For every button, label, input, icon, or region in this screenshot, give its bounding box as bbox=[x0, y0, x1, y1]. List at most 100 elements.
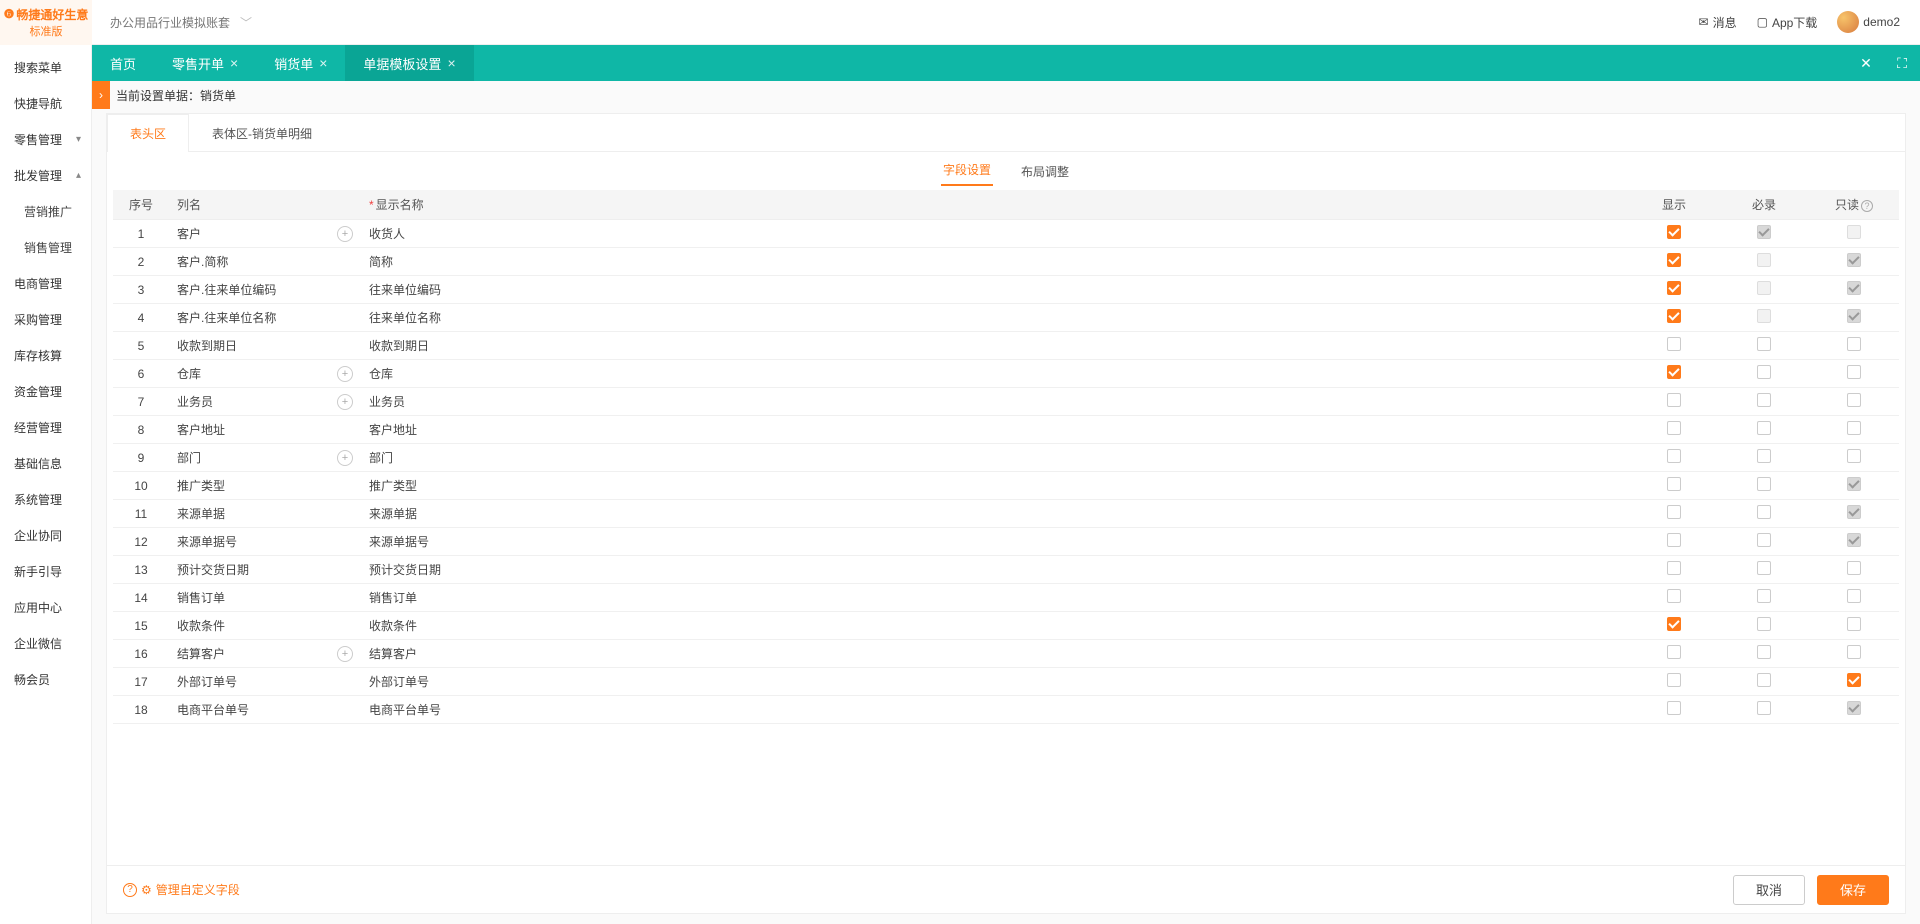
sidebar-item[interactable]: 快捷导航 bbox=[0, 85, 91, 121]
checkbox-required[interactable] bbox=[1757, 533, 1771, 547]
checkbox-readonly[interactable] bbox=[1847, 449, 1861, 463]
checkbox-show[interactable] bbox=[1667, 477, 1681, 491]
sidebar-item[interactable]: 应用中心 bbox=[0, 589, 91, 625]
checkbox-required[interactable] bbox=[1757, 393, 1771, 407]
cell-display[interactable]: 预计交货日期 bbox=[361, 556, 1629, 584]
sidebar-item[interactable]: 企业协同 bbox=[0, 517, 91, 553]
sidebar-item[interactable]: 库存核算 bbox=[0, 337, 91, 373]
cell-display[interactable]: 往来单位编码 bbox=[361, 276, 1629, 304]
checkbox-show[interactable] bbox=[1667, 701, 1681, 715]
checkbox-readonly[interactable] bbox=[1847, 421, 1861, 435]
checkbox-required[interactable] bbox=[1757, 589, 1771, 603]
cell-display[interactable]: 销售订单 bbox=[361, 584, 1629, 612]
sidebar-item[interactable]: 电商管理 bbox=[0, 265, 91, 301]
tab[interactable]: 首页 bbox=[92, 45, 154, 81]
cell-display[interactable]: 部门 bbox=[361, 444, 1629, 472]
cell-display[interactable]: 来源单据 bbox=[361, 500, 1629, 528]
checkbox-show[interactable] bbox=[1667, 365, 1681, 379]
cell-display[interactable]: 往来单位名称 bbox=[361, 304, 1629, 332]
checkbox-required[interactable] bbox=[1757, 645, 1771, 659]
section-tab[interactable]: 表体区-销货单明细 bbox=[189, 114, 335, 152]
close-icon[interactable]: × bbox=[230, 55, 238, 71]
tab[interactable]: 单据模板设置× bbox=[345, 45, 473, 81]
save-button[interactable]: 保存 bbox=[1817, 875, 1889, 905]
checkbox-show[interactable] bbox=[1667, 505, 1681, 519]
close-icon[interactable]: × bbox=[319, 55, 327, 71]
sidebar-item[interactable]: 基础信息 bbox=[0, 445, 91, 481]
sidebar-item[interactable]: 采购管理 bbox=[0, 301, 91, 337]
manage-custom-fields-link[interactable]: ? ⚙ 管理自定义字段 bbox=[123, 881, 240, 898]
sidebar-item[interactable]: 企业微信 bbox=[0, 625, 91, 661]
sidebar-item[interactable]: 畅会员 bbox=[0, 661, 91, 697]
cell-display[interactable]: 收款到期日 bbox=[361, 332, 1629, 360]
checkbox-readonly[interactable] bbox=[1847, 673, 1861, 687]
checkbox-readonly[interactable] bbox=[1847, 589, 1861, 603]
checkbox-show[interactable] bbox=[1667, 309, 1681, 323]
cell-display[interactable]: 电商平台单号 bbox=[361, 696, 1629, 724]
section-tab[interactable]: 表头区 bbox=[107, 114, 189, 152]
checkbox-show[interactable] bbox=[1667, 281, 1681, 295]
checkbox-show[interactable] bbox=[1667, 393, 1681, 407]
tab[interactable]: 销货单× bbox=[256, 45, 345, 81]
checkbox-show[interactable] bbox=[1667, 337, 1681, 351]
checkbox-show[interactable] bbox=[1667, 253, 1681, 267]
cell-display[interactable]: 收款条件 bbox=[361, 612, 1629, 640]
checkbox-required[interactable] bbox=[1757, 617, 1771, 631]
checkbox-required[interactable] bbox=[1757, 365, 1771, 379]
checkbox-readonly[interactable] bbox=[1847, 393, 1861, 407]
cell-display[interactable]: 仓库 bbox=[361, 360, 1629, 388]
checkbox-required[interactable] bbox=[1757, 421, 1771, 435]
sidebar-item[interactable]: 资金管理 bbox=[0, 373, 91, 409]
help-icon[interactable]: ? bbox=[1861, 200, 1873, 212]
app-download-button[interactable]: ▢ App下载 bbox=[1757, 14, 1818, 31]
checkbox-show[interactable] bbox=[1667, 561, 1681, 575]
tenant-selector[interactable]: 办公用品行业模拟账套 ﹀ bbox=[110, 14, 252, 31]
checkbox-show[interactable] bbox=[1667, 533, 1681, 547]
checkbox-readonly[interactable] bbox=[1847, 561, 1861, 575]
cell-display[interactable]: 业务员 bbox=[361, 388, 1629, 416]
cell-display[interactable]: 简称 bbox=[361, 248, 1629, 276]
user-menu[interactable]: demo2 bbox=[1837, 11, 1900, 33]
mode-tab[interactable]: 字段设置 bbox=[941, 155, 993, 186]
checkbox-readonly[interactable] bbox=[1847, 365, 1861, 379]
checkbox-required[interactable] bbox=[1757, 477, 1771, 491]
mode-tab[interactable]: 布局调整 bbox=[1019, 157, 1071, 186]
checkbox-show[interactable] bbox=[1667, 589, 1681, 603]
checkbox-required[interactable] bbox=[1757, 561, 1771, 575]
checkbox-show[interactable] bbox=[1667, 645, 1681, 659]
sidebar-item[interactable]: 批发管理▴ bbox=[0, 157, 91, 193]
cell-display[interactable]: 来源单据号 bbox=[361, 528, 1629, 556]
checkbox-readonly[interactable] bbox=[1847, 337, 1861, 351]
collapse-handle[interactable]: › bbox=[92, 81, 110, 109]
expand-icon[interactable]: + bbox=[337, 226, 353, 242]
cancel-button[interactable]: 取消 bbox=[1733, 875, 1805, 905]
sidebar-item[interactable]: 搜索菜单 bbox=[0, 49, 91, 85]
cell-display[interactable]: 推广类型 bbox=[361, 472, 1629, 500]
expand-icon[interactable]: + bbox=[337, 366, 353, 382]
sidebar-item[interactable]: 经营管理 bbox=[0, 409, 91, 445]
sidebar-item[interactable]: 零售管理▾ bbox=[0, 121, 91, 157]
sidebar-item[interactable]: 新手引导 bbox=[0, 553, 91, 589]
checkbox-show[interactable] bbox=[1667, 449, 1681, 463]
checkbox-required[interactable] bbox=[1757, 673, 1771, 687]
cell-display[interactable]: 收货人 bbox=[361, 220, 1629, 248]
expand-icon[interactable]: + bbox=[337, 394, 353, 410]
cell-display[interactable]: 外部订单号 bbox=[361, 668, 1629, 696]
checkbox-show[interactable] bbox=[1667, 225, 1681, 239]
checkbox-required[interactable] bbox=[1757, 449, 1771, 463]
checkbox-readonly[interactable] bbox=[1847, 645, 1861, 659]
close-all-tabs-icon[interactable]: ✕ bbox=[1848, 45, 1884, 81]
sidebar-item[interactable]: 系统管理 bbox=[0, 481, 91, 517]
checkbox-show[interactable] bbox=[1667, 421, 1681, 435]
checkbox-required[interactable] bbox=[1757, 505, 1771, 519]
tab[interactable]: 零售开单× bbox=[154, 45, 256, 81]
sidebar-item[interactable]: 销售管理 bbox=[0, 229, 91, 265]
checkbox-required[interactable] bbox=[1757, 701, 1771, 715]
close-icon[interactable]: × bbox=[447, 55, 455, 71]
cell-display[interactable]: 结算客户 bbox=[361, 640, 1629, 668]
messages-button[interactable]: ✉ 消息 bbox=[1699, 14, 1737, 31]
cell-display[interactable]: 客户地址 bbox=[361, 416, 1629, 444]
checkbox-readonly[interactable] bbox=[1847, 617, 1861, 631]
checkbox-show[interactable] bbox=[1667, 617, 1681, 631]
expand-icon[interactable]: + bbox=[337, 646, 353, 662]
